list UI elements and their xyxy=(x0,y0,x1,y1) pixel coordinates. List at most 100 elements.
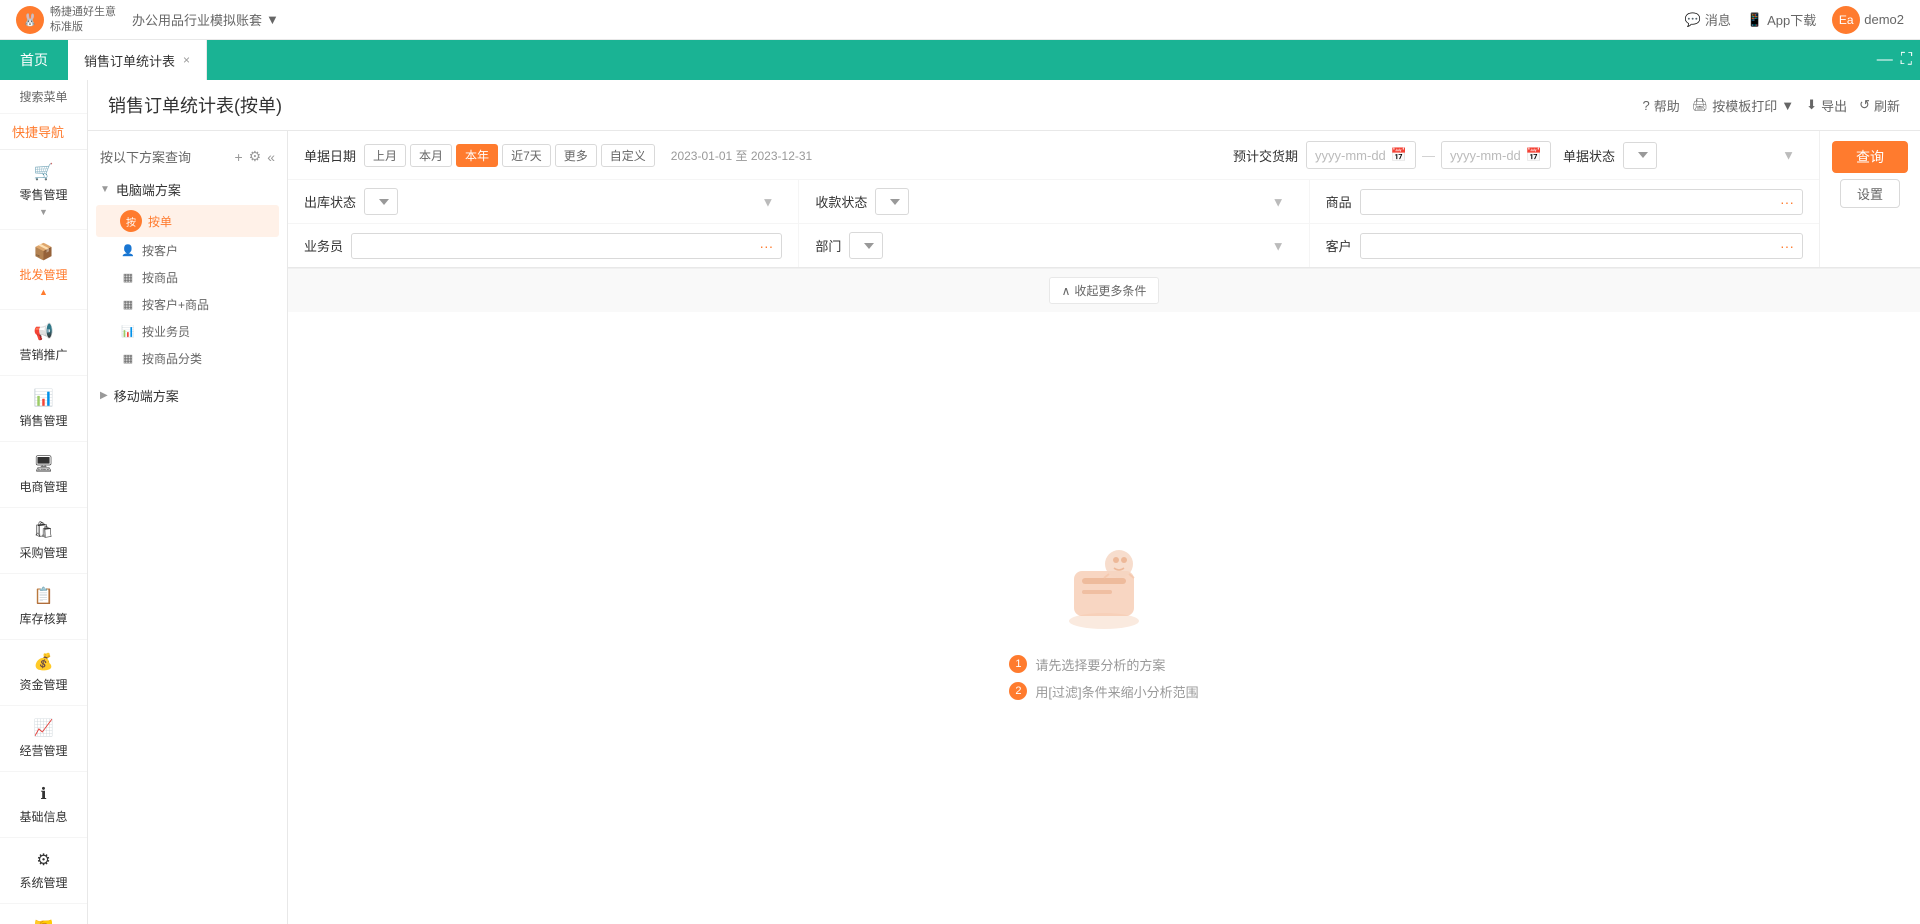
date-btn-this-year[interactable]: 本年 xyxy=(456,144,498,167)
scheme-item-by-salesperson[interactable]: 📊 按业务员 xyxy=(96,318,279,345)
sidebar-item-sales[interactable]: 📊 销售管理 xyxy=(0,376,87,442)
sidebar-item-wholesale[interactable]: 📦 批发管理 ▲ xyxy=(0,230,87,310)
add-scheme-button[interactable]: + xyxy=(234,149,242,165)
template-print-button[interactable]: 🖨 按模板打印 ▼ xyxy=(1692,96,1794,115)
date-label: 单据日期 xyxy=(304,146,356,165)
company-selector[interactable]: 办公用品行业模拟账套 ▼ xyxy=(124,10,287,29)
purchase-icon: 🛍 xyxy=(33,520,53,540)
sidebar-item-retail[interactable]: 🛒 零售管理 ▼ xyxy=(0,150,87,230)
goods-select-button[interactable]: ··· xyxy=(1780,194,1794,210)
hint-num-1: 1 xyxy=(1009,655,1027,673)
filter-cell-customer: 客户 ··· xyxy=(1309,224,1819,267)
goods-input[interactable] xyxy=(1369,194,1780,209)
scheme-icon-customer: 👤 xyxy=(120,243,136,259)
user-menu[interactable]: Ea demo2 xyxy=(1832,6,1904,34)
sidebar-quick-nav[interactable]: 快捷导航 xyxy=(0,114,87,150)
content-area: 销售订单统计表(按单) ? 帮助 🖨 按模板打印 ▼ ⬇ 导出 xyxy=(88,80,1920,924)
customer-input[interactable] xyxy=(1369,238,1780,253)
filter-cell-status: 单据状态 ▼ xyxy=(1563,142,1803,169)
scheme-item-by-product-category[interactable]: ▦ 按商品分类 xyxy=(96,345,279,372)
export-button[interactable]: ⬇ 导出 xyxy=(1806,96,1847,115)
salesperson-input[interactable] xyxy=(360,238,759,253)
help-button[interactable]: ? 帮助 xyxy=(1643,96,1680,115)
top-bar-right: 💬 消息 📱 App下载 Ea demo2 xyxy=(1685,6,1904,34)
filter-row-2: 出库状态 ▼ 收款状态 xyxy=(288,180,1819,224)
tab-active[interactable]: 销售订单统计表 × xyxy=(68,40,207,80)
setting-button[interactable]: 设置 xyxy=(1840,179,1900,208)
tab-close-icon[interactable]: × xyxy=(183,53,190,67)
status-select[interactable] xyxy=(1623,142,1657,169)
query-button[interactable]: 查询 xyxy=(1832,141,1908,173)
calendar-to-icon: 📅 xyxy=(1526,147,1542,163)
payment-status-select[interactable] xyxy=(875,188,909,215)
tab-minimize-button[interactable]: — xyxy=(1877,51,1893,69)
logo-icon: 🐰 xyxy=(16,6,44,34)
filter-cell-date: 单据日期 上月 本月 本年 近7天 更多 自定义 2023-01-01 至 20… xyxy=(304,144,812,167)
filter-container: 单据日期 上月 本月 本年 近7天 更多 自定义 2023-01-01 至 20… xyxy=(288,131,1920,268)
filter-and-main: 单据日期 上月 本月 本年 近7天 更多 自定义 2023-01-01 至 20… xyxy=(288,131,1920,924)
sidebar-item-basic[interactable]: ℹ 基础信息 xyxy=(0,772,87,838)
filter-btn-area: 查询 设置 xyxy=(1819,131,1920,267)
scheme-item-by-product[interactable]: ▦ 按商品 xyxy=(96,264,279,291)
tab-home[interactable]: 首页 xyxy=(0,40,68,80)
left-panel: 按以下方案查询 + ⚙ « ▼ 电脑端方案 按 按单 xyxy=(88,131,288,924)
sidebar-item-purchase[interactable]: 🛍 采购管理 xyxy=(0,508,87,574)
date-buttons: 上月 本月 本年 近7天 更多 自定义 xyxy=(364,144,655,167)
sidebar-item-inventory[interactable]: 📋 库存核算 xyxy=(0,574,87,640)
delivery-status-select[interactable] xyxy=(364,188,398,215)
date-btn-custom[interactable]: 自定义 xyxy=(601,144,655,167)
date-btn-last-7-days[interactable]: 近7天 xyxy=(502,144,551,167)
date-from-input[interactable]: yyyy-mm-dd 📅 xyxy=(1306,141,1416,169)
inventory-icon: 📋 xyxy=(34,586,54,606)
expand-mobile-icon: ▶ xyxy=(100,390,108,401)
customer-select-button[interactable]: ··· xyxy=(1780,238,1794,254)
scheme-settings-button[interactable]: ⚙ xyxy=(249,148,262,165)
scheme-label-by-product: 按商品 xyxy=(142,269,178,286)
message-button[interactable]: 💬 消息 xyxy=(1685,10,1731,29)
collapse-panel-button[interactable]: « xyxy=(267,149,275,165)
sidebar-item-enterprise[interactable]: 🤝 企业协同 xyxy=(0,904,87,924)
filter-row-1: 单据日期 上月 本月 本年 近7天 更多 自定义 2023-01-01 至 20… xyxy=(288,131,1819,180)
refresh-icon: ↺ xyxy=(1859,97,1870,113)
sidebar-item-ecommerce[interactable]: 🖥 电商管理 xyxy=(0,442,87,508)
sidebar-item-system[interactable]: ⚙ 系统管理 xyxy=(0,838,87,904)
chevron-up-icon: ∧ xyxy=(1062,284,1071,298)
status-label: 单据状态 xyxy=(1563,146,1615,165)
sidebar-search[interactable]: 搜索菜单 xyxy=(0,80,87,114)
active-scheme-indicator: 按 xyxy=(120,210,142,232)
salesperson-label: 业务员 xyxy=(304,236,343,255)
scheme-item-by-customer[interactable]: 👤 按客户 xyxy=(96,237,279,264)
calendar-from-icon: 📅 xyxy=(1391,147,1407,163)
logo-text: 畅捷通好生意 标准版 xyxy=(50,5,116,34)
collapse-bar: ∧ 收起更多条件 xyxy=(288,268,1920,312)
scheme-item-by-customer-product[interactable]: ▦ 按客户+商品 xyxy=(96,291,279,318)
basic-icon: ℹ xyxy=(40,784,46,804)
sidebar-item-marketing[interactable]: 📢 营销推广 xyxy=(0,310,87,376)
filter-row-3: 业务员 ··· 部门 xyxy=(288,224,1819,267)
scheme-parent-mobile[interactable]: ▶ 移动端方案 xyxy=(96,380,279,411)
sidebar-item-operations[interactable]: 📈 经营管理 xyxy=(0,706,87,772)
logo-area: 🐰 畅捷通好生意 标准版 xyxy=(16,5,116,34)
department-label: 部门 xyxy=(815,236,841,255)
filter-cell-department: 部门 ▼ xyxy=(798,224,1308,267)
date-range-text: 2023-01-01 至 2023-12-31 xyxy=(671,147,812,164)
scheme-icon-product: ▦ xyxy=(120,270,136,286)
top-bar-left: 🐰 畅捷通好生意 标准版 办公用品行业模拟账套 ▼ xyxy=(16,5,287,34)
date-btn-more[interactable]: 更多 xyxy=(555,144,597,167)
sidebar-item-finance[interactable]: 💰 资金管理 xyxy=(0,640,87,706)
date-btn-this-month[interactable]: 本月 xyxy=(410,144,452,167)
collapse-conditions-button[interactable]: ∧ 收起更多条件 xyxy=(1049,277,1160,304)
empty-hint-1: 1 请先选择要分析的方案 xyxy=(1009,655,1198,674)
tab-maximize-button[interactable]: ⛶ xyxy=(1901,51,1912,69)
left-panel-header: 按以下方案查询 + ⚙ « xyxy=(88,139,287,174)
scheme-icon-salesperson: 📊 xyxy=(120,324,136,340)
date-separator: — xyxy=(1422,148,1435,163)
app-download-button[interactable]: 📱 App下载 xyxy=(1747,10,1816,29)
scheme-parent-desktop[interactable]: ▼ 电脑端方案 xyxy=(96,174,279,205)
date-to-input[interactable]: yyyy-mm-dd 📅 xyxy=(1441,141,1551,169)
scheme-item-by-order[interactable]: 按 按单 xyxy=(96,205,279,237)
refresh-button[interactable]: ↺ 刷新 xyxy=(1859,96,1900,115)
salesperson-select-button[interactable]: ··· xyxy=(759,238,773,254)
date-btn-last-month[interactable]: 上月 xyxy=(364,144,406,167)
department-select[interactable] xyxy=(849,232,883,259)
